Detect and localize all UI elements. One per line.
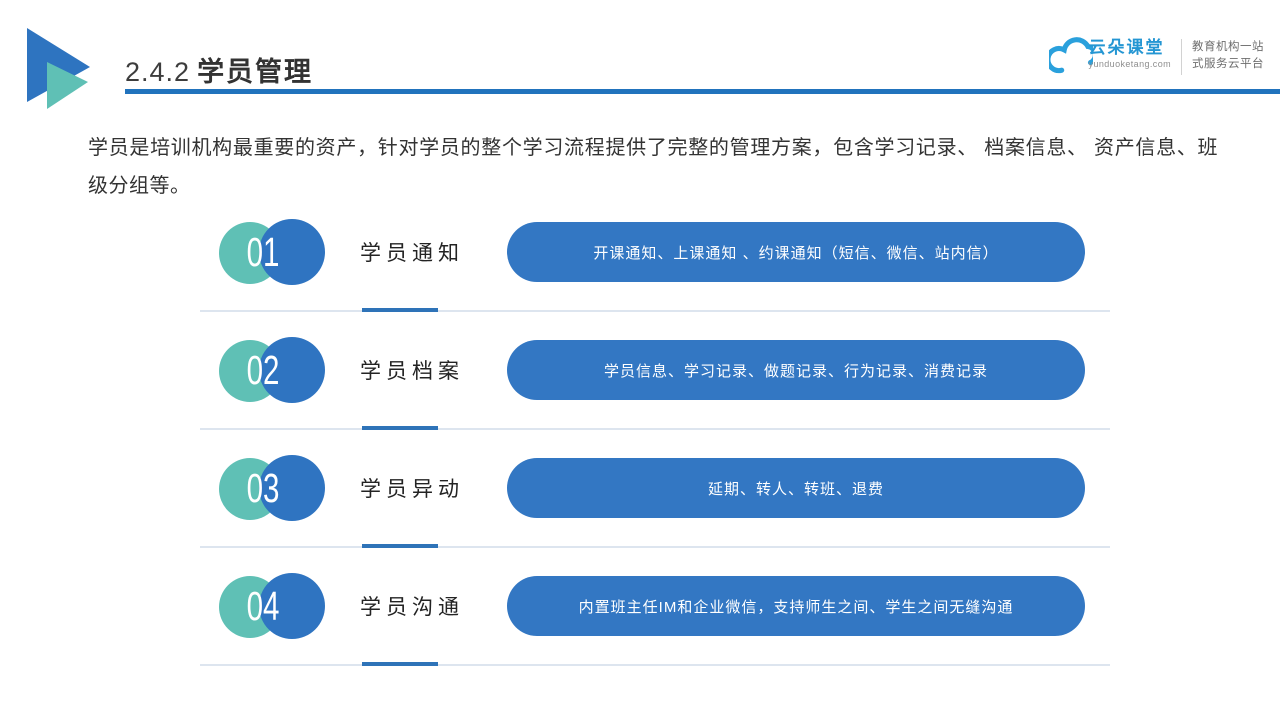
feature-description-pill: 延期、转人、转班、退费 — [507, 458, 1085, 518]
brand-name-block: 云朵课堂 yunduoketang.com — [1089, 38, 1171, 69]
brand-tagline-line2: 式服务云平台 — [1192, 56, 1264, 73]
brand-domain: yunduoketang.com — [1089, 59, 1171, 69]
badge-number: 01 — [245, 218, 281, 286]
feature-row-transfer: 03 学员异动 延期、转人、转班、退费 — [200, 430, 1110, 548]
brand-divider — [1181, 39, 1182, 75]
number-badge: 04 — [200, 572, 326, 640]
feature-label: 学员沟通 — [360, 591, 482, 621]
badge-number: 02 — [245, 336, 281, 404]
section-number: 2.4.2 — [125, 57, 190, 87]
feature-label: 学员通知 — [360, 237, 482, 267]
header-title-row: 2.4.2学员管理 — [125, 50, 313, 89]
feature-row-notice: 01 学员通知 开课通知、上课通知 、约课通知（短信、微信、站内信） — [200, 194, 1110, 312]
number-badge: 03 — [200, 454, 326, 522]
brand-tagline-line1: 教育机构一站 — [1192, 39, 1264, 56]
number-badge: 01 — [200, 218, 326, 286]
page-title: 学员管理 — [197, 57, 313, 87]
brand-tagline: 教育机构一站 式服务云平台 — [1192, 39, 1264, 73]
divider-accent — [362, 662, 438, 666]
feature-row-communication: 04 学员沟通 内置班主任IM和企业微信，支持师生之间、学生之间无缝沟通 — [200, 548, 1110, 666]
brand-name: 云朵课堂 — [1089, 38, 1171, 57]
badge-number: 04 — [245, 572, 281, 640]
brand-block: 云朵课堂 yunduoketang.com 教育机构一站 式服务云平台 — [1049, 33, 1264, 75]
feature-description-pill: 开课通知、上课通知 、约课通知（短信、微信、站内信） — [507, 222, 1085, 282]
title-underline — [125, 89, 1280, 94]
badge-number: 03 — [245, 454, 281, 522]
corner-triangles-logo — [27, 27, 93, 113]
feature-list: 01 学员通知 开课通知、上课通知 、约课通知（短信、微信、站内信） 02 学员… — [200, 194, 1110, 666]
feature-label: 学员档案 — [360, 355, 482, 385]
feature-description-pill: 内置班主任IM和企业微信，支持师生之间、学生之间无缝沟通 — [507, 576, 1085, 636]
feature-description-pill: 学员信息、学习记录、做题记录、行为记录、消费记录 — [507, 340, 1085, 400]
cloud-logo-icon — [1049, 35, 1093, 75]
number-badge: 02 — [200, 336, 326, 404]
feature-label: 学员异动 — [360, 473, 482, 503]
feature-row-archive: 02 学员档案 学员信息、学习记录、做题记录、行为记录、消费记录 — [200, 312, 1110, 430]
